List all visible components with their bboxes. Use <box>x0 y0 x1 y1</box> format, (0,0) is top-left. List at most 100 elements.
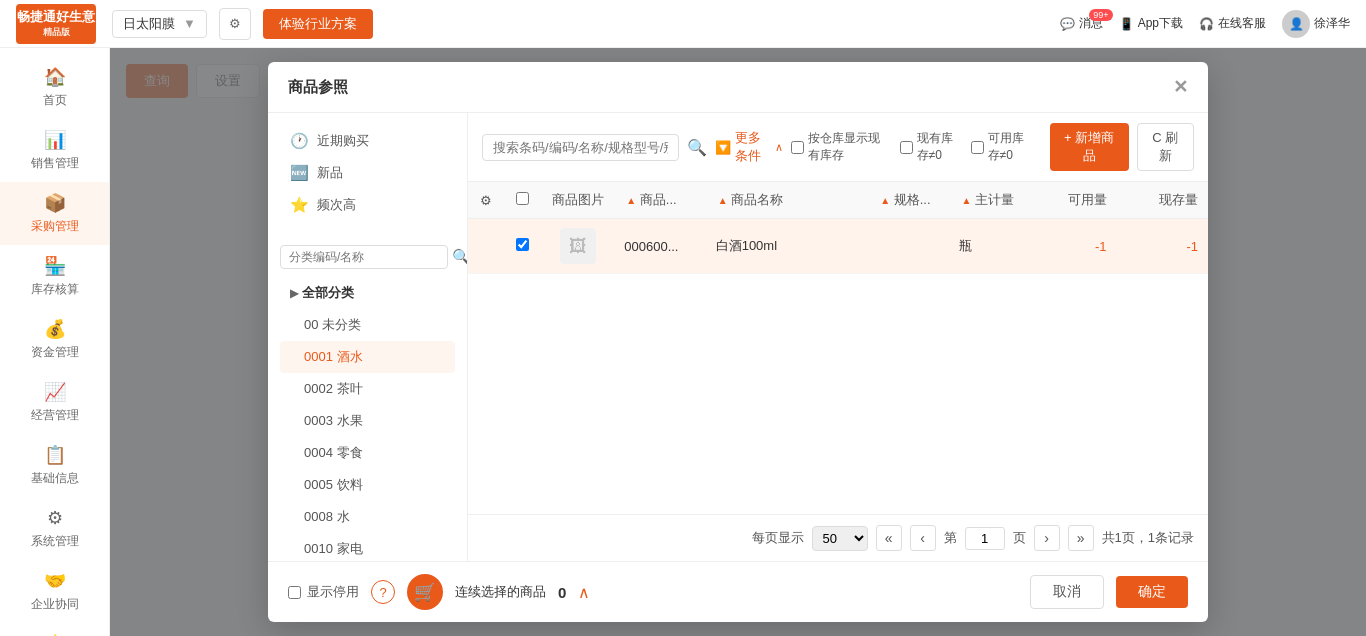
logo-subtitle: 精品版 <box>43 26 70 39</box>
col-name-header[interactable]: ▲ 商品名称 <box>706 182 869 219</box>
quick-new-products[interactable]: 🆕 新品 <box>280 157 455 189</box>
category-unclassified[interactable]: 00 未分类 <box>280 309 455 341</box>
settings-icon[interactable]: ⚙ <box>219 8 251 40</box>
warehouse-filter-label[interactable]: 按仓库显示现有库存 <box>791 130 892 164</box>
product-table: ⚙ 商品图片 ▲ 商品... <box>468 182 1208 274</box>
nonzero-avail-label[interactable]: 可用库存≠0 <box>971 130 1034 164</box>
product-search-icon[interactable]: 🔍 <box>687 138 707 157</box>
table-row[interactable]: 🖼 000600... 白酒100ml <box>468 219 1208 274</box>
sidebar-item-finance[interactable]: 💰 资金管理 <box>0 308 109 371</box>
messages-badge: 99+ <box>1089 9 1112 21</box>
warehouse-filter-text: 按仓库显示现有库存 <box>808 130 892 164</box>
category-fruit[interactable]: 0003 水果 <box>280 405 455 437</box>
sidebar-item-operations[interactable]: 📈 经营管理 <box>0 371 109 434</box>
next-page-btn[interactable]: › <box>1034 525 1060 551</box>
col-spec-header[interactable]: ▲ 规格... <box>868 182 949 219</box>
show-disabled-label[interactable]: 显示停用 <box>288 583 359 601</box>
per-page-select[interactable]: 50 20 100 <box>812 526 868 551</box>
sidebar-system-label: 系统管理 <box>31 533 79 550</box>
help-button[interactable]: ? <box>371 580 395 604</box>
select-all-checkbox[interactable] <box>516 192 529 205</box>
row-checkbox-cell <box>505 219 542 274</box>
sidebar-item-sales[interactable]: 📊 销售管理 <box>0 119 109 182</box>
sidebar-item-home[interactable]: 🏠 首页 <box>0 56 109 119</box>
more-filters-btn[interactable]: 🔽 更多条件 ∧ <box>715 129 783 165</box>
star-icon: ⭐ <box>290 196 309 214</box>
col-avail-header: 可用量 <box>1025 182 1116 219</box>
last-page-btn[interactable]: » <box>1068 525 1094 551</box>
sidebar-item-procurement[interactable]: 📦 采购管理 <box>0 182 109 245</box>
category-search-icon[interactable]: 🔍 <box>452 248 468 266</box>
sort-up-icon3: ▲ <box>880 195 890 206</box>
sidebar-item-enterprise[interactable]: 🤝 企业协同 <box>0 560 109 623</box>
quick-recent-purchases[interactable]: 🕐 近期购买 <box>280 125 455 157</box>
continuous-count: 0 <box>558 584 566 601</box>
logo-title: 畅捷通好生意 <box>17 8 95 26</box>
product-search-input[interactable] <box>482 134 679 161</box>
modal-close-button[interactable]: ✕ <box>1173 76 1188 98</box>
sidebar-sales-label: 销售管理 <box>31 155 79 172</box>
refresh-button[interactable]: C 刷新 <box>1137 123 1194 171</box>
category-beverage[interactable]: 0005 饮料 <box>280 469 455 501</box>
sidebar-basic-info-label: 基础信息 <box>31 470 79 487</box>
high-freq-label: 频次高 <box>317 196 356 214</box>
row-code-cell: 000600... <box>614 219 705 274</box>
cancel-button[interactable]: 取消 <box>1030 575 1104 609</box>
procurement-icon: 📦 <box>44 192 66 214</box>
messages-item[interactable]: 💬 消息 99+ <box>1060 15 1103 32</box>
branch-selector[interactable]: 日太阳膜 ▼ <box>112 10 207 38</box>
online-service-item[interactable]: 🎧 在线客服 <box>1199 15 1266 32</box>
col-unit-header[interactable]: ▲ 主计量 <box>949 182 1025 219</box>
category-snack[interactable]: 0004 零食 <box>280 437 455 469</box>
row-img-cell: 🖼 <box>541 219 614 274</box>
category-tea[interactable]: 0002 茶叶 <box>280 373 455 405</box>
cart-button[interactable]: 🛒 <box>407 574 443 610</box>
category-all-parent[interactable]: ▶ 全部分类 <box>280 277 455 309</box>
col-checkbox-header <box>505 182 542 219</box>
modal-title: 商品参照 <box>288 78 348 97</box>
show-disabled-checkbox[interactable] <box>288 586 301 599</box>
trial-button[interactable]: 体验行业方案 <box>263 9 373 39</box>
page-suffix: 页 <box>1013 529 1026 547</box>
main-layout: 🏠 首页 📊 销售管理 📦 采购管理 🏪 库存核算 💰 资金管理 📈 经营管理 … <box>0 48 1366 636</box>
sidebar-item-basic-info[interactable]: 📋 基础信息 <box>0 434 109 497</box>
collapse-arrow-icon[interactable]: ∧ <box>578 583 590 602</box>
quick-high-freq[interactable]: ⭐ 频次高 <box>280 189 455 221</box>
avatar: 👤 <box>1282 10 1310 38</box>
sidebar-item-guide[interactable]: 🌟 新手引导 <box>0 623 109 636</box>
category-appliance[interactable]: 0010 家电 <box>280 533 455 561</box>
category-search-input[interactable] <box>280 245 448 269</box>
col-code-header[interactable]: ▲ 商品... <box>614 182 705 219</box>
user-item[interactable]: 👤 徐泽华 <box>1282 10 1350 38</box>
first-page-btn[interactable]: « <box>876 525 902 551</box>
sort-up-icon4: ▲ <box>961 195 971 206</box>
product-reference-modal: 商品参照 ✕ 🕐 近期购买 🆕 新品 <box>268 62 1208 622</box>
pagination-bar: 每页显示 50 20 100 « ‹ 第 页 › » 共1页，1条记录 <box>468 514 1208 561</box>
nonzero-stock-checkbox[interactable] <box>900 141 913 154</box>
nonzero-stock-label[interactable]: 现有库存≠0 <box>900 130 963 164</box>
nonzero-avail-checkbox[interactable] <box>971 141 984 154</box>
system-icon: ⚙ <box>47 507 63 529</box>
total-records-label: 共1页，1条记录 <box>1102 529 1194 547</box>
left-panel: 🕐 近期购买 🆕 新品 ⭐ 频次高 <box>268 113 468 561</box>
app-logo: 畅捷通好生意 精品版 <box>16 4 96 44</box>
row-checkbox[interactable] <box>516 238 529 251</box>
page-label: 第 <box>944 529 957 547</box>
right-toolbar: 🔍 🔽 更多条件 ∧ 按仓库显示现有库存 现有库存≠0 <box>468 113 1208 182</box>
col-gear-header[interactable]: ⚙ <box>468 182 505 219</box>
app-download-item[interactable]: 📱 App下载 <box>1119 15 1183 32</box>
confirm-button[interactable]: 确定 <box>1116 576 1188 608</box>
help-icon: ? <box>379 585 386 600</box>
category-water[interactable]: 0008 水 <box>280 501 455 533</box>
sidebar-finance-label: 资金管理 <box>31 344 79 361</box>
phone-icon: 📱 <box>1119 17 1134 31</box>
add-product-button[interactable]: + 新增商品 <box>1050 123 1129 171</box>
page-number-input[interactable] <box>965 527 1005 550</box>
category-liquor[interactable]: 0001 酒水 <box>280 341 455 373</box>
table-header: ⚙ 商品图片 ▲ 商品... <box>468 182 1208 219</box>
warehouse-filter-checkbox[interactable] <box>791 141 804 154</box>
sidebar-item-system[interactable]: ⚙ 系统管理 <box>0 497 109 560</box>
sidebar-item-inventory[interactable]: 🏪 库存核算 <box>0 245 109 308</box>
quick-access-section: 🕐 近期购买 🆕 新品 ⭐ 频次高 <box>268 125 467 221</box>
prev-page-btn[interactable]: ‹ <box>910 525 936 551</box>
